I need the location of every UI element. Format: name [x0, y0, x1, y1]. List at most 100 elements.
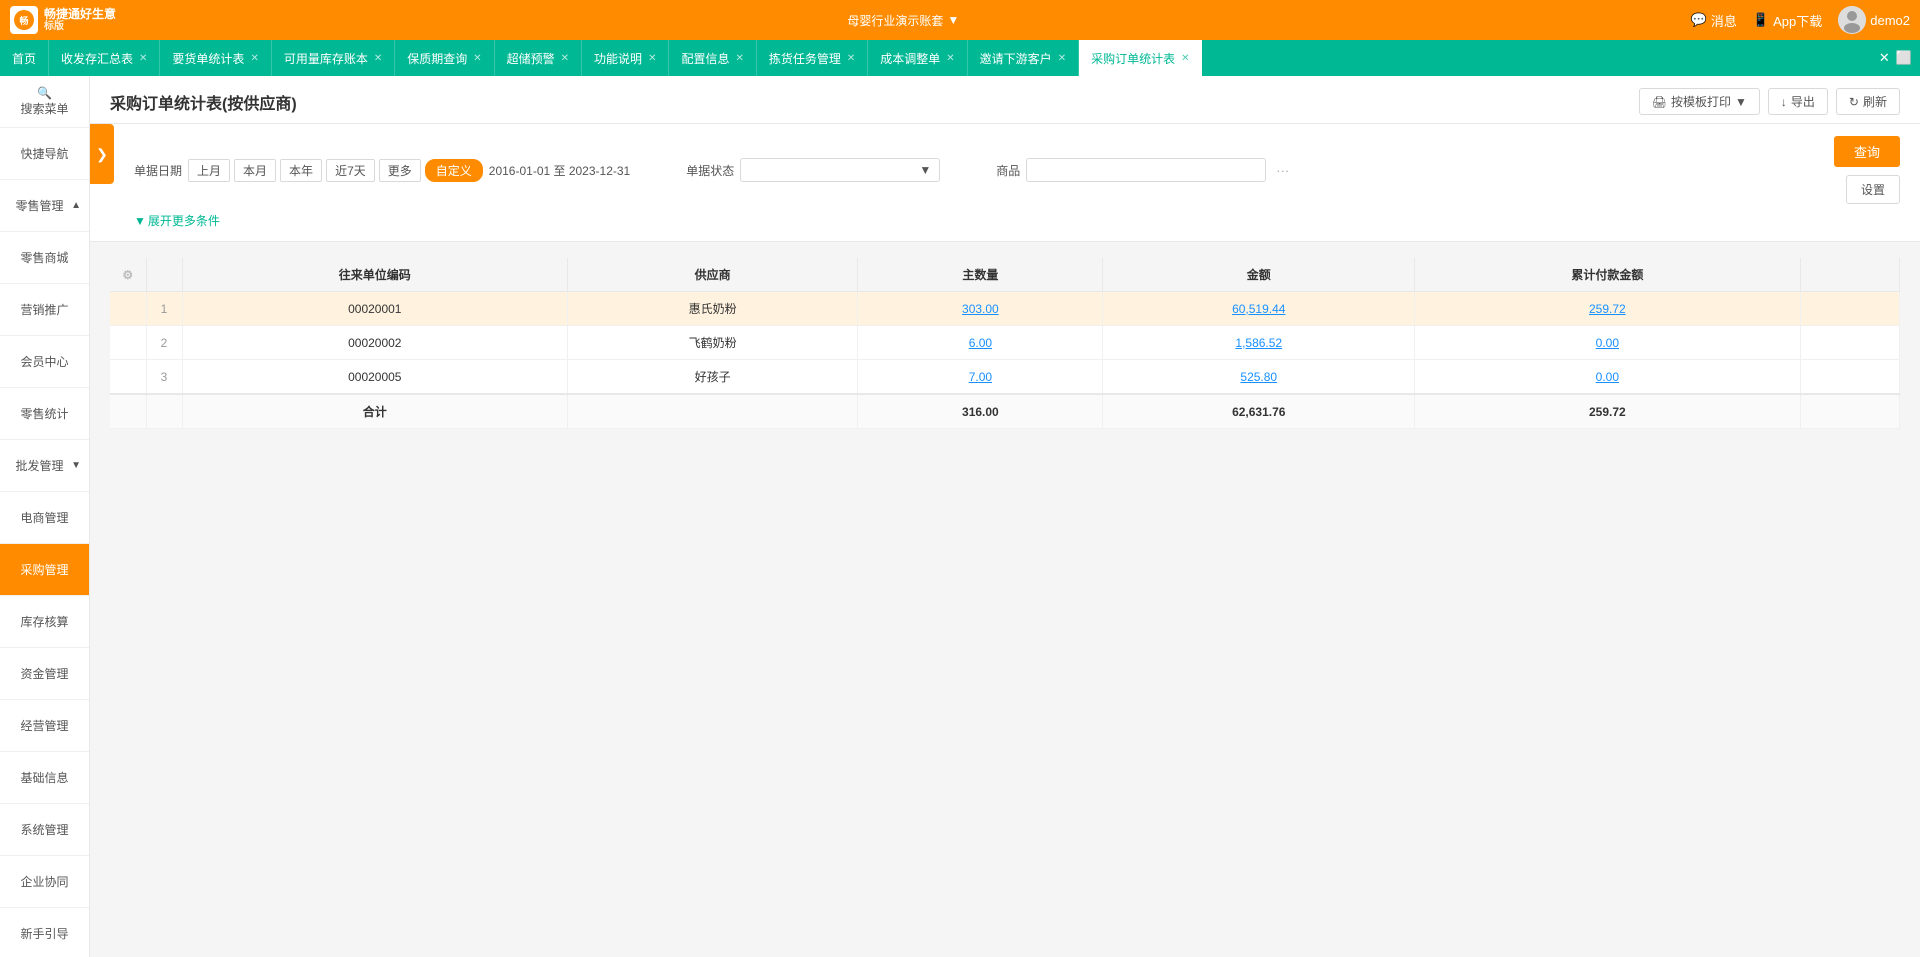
export-icon: ↓: [1781, 95, 1787, 109]
row-amount[interactable]: 60,519.44: [1103, 292, 1415, 326]
nav-tab-inventory-summary[interactable]: 收发存汇总表 ✕: [49, 40, 160, 76]
footer-empty2: [146, 394, 182, 429]
nav-tab-overstock[interactable]: 超储预警 ✕: [495, 40, 582, 76]
this-month-btn[interactable]: 本月: [234, 159, 276, 182]
date-quick-btns: 上月 本月 本年 近7天 更多 自定义: [188, 159, 483, 182]
col-paid-amount: 累计付款金额: [1415, 258, 1801, 292]
row-paid-amount[interactable]: 0.00: [1415, 326, 1801, 360]
nav-tab-order-stats[interactable]: 要货单统计表 ✕: [160, 40, 271, 76]
close-tab-icon[interactable]: ✕: [1058, 53, 1066, 64]
row-amount[interactable]: 1,586.52: [1103, 326, 1415, 360]
message-btn[interactable]: 💬 消息: [1691, 11, 1737, 30]
last-7-days-btn[interactable]: 近7天: [326, 159, 375, 182]
nav-tab-avail-stock[interactable]: 可用量库存账本 ✕: [272, 40, 395, 76]
date-range-display: 2016-01-01 至 2023-12-31: [489, 162, 630, 179]
nav-tab-function[interactable]: 功能说明 ✕: [582, 40, 669, 76]
print-btn[interactable]: 🖨 按模板打印 ▼: [1639, 88, 1760, 115]
col-settings: ⚙: [110, 258, 146, 292]
row-unit-code: 00020005: [182, 360, 568, 395]
sidebar-item-shortcut[interactable]: 快捷导航: [0, 128, 89, 180]
product-input[interactable]: [1026, 158, 1266, 182]
close-tab-icon[interactable]: ✕: [139, 53, 147, 64]
sidebar-item-enterprise[interactable]: 企业协同: [0, 856, 89, 908]
row-index: 3: [146, 360, 182, 395]
app-download-btn[interactable]: 📱 App下载: [1753, 11, 1822, 30]
page-header: 采购订单统计表(按供应商) 🖨 按模板打印 ▼ ↓ 导出 ↻ 刷新: [90, 76, 1920, 124]
footer-empty3: [1800, 394, 1899, 429]
row-paid-amount[interactable]: 0.00: [1415, 360, 1801, 395]
sidebar-item-ecom-mgmt[interactable]: 电商管理: [0, 492, 89, 544]
sidebar-item-retail-shop[interactable]: 零售商城: [0, 232, 89, 284]
nav-tab-purchase-stats[interactable]: 采购订单统计表 ✕: [1079, 40, 1202, 76]
col-amount: 金额: [1103, 258, 1415, 292]
sidebar-item-basic-info[interactable]: 基础信息: [0, 752, 89, 804]
export-btn[interactable]: ↓ 导出: [1768, 88, 1828, 115]
close-tab-icon[interactable]: ✕: [561, 53, 569, 64]
product-more-icon[interactable]: ···: [1276, 163, 1289, 178]
sidebar-item-retail-mgmt[interactable]: 零售管理 ▲: [0, 180, 89, 232]
footer-empty1: [110, 394, 146, 429]
close-tab-icon[interactable]: ✕: [374, 53, 382, 64]
footer-amount: 62,631.76: [1103, 394, 1415, 429]
user-profile-btn[interactable]: demo2: [1838, 6, 1910, 34]
filter-wrapper: ❯ 单据日期 上月 本月 本年 近7天 更多 自定义 2016-01-01 至: [90, 124, 1920, 242]
avatar: [1838, 6, 1866, 34]
status-filter-label: 单据状态: [686, 162, 734, 179]
close-tab-icon[interactable]: ✕: [648, 53, 656, 64]
this-year-btn[interactable]: 本年: [280, 159, 322, 182]
sidebar-item-finance[interactable]: 资金管理: [0, 648, 89, 700]
sidebar-item-new-guide[interactable]: 新手引导: [0, 908, 89, 957]
nav-tab-expiry[interactable]: 保质期查询 ✕: [395, 40, 494, 76]
maximize-icon[interactable]: ⬜: [1896, 50, 1912, 66]
sidebar-item-batch-mgmt[interactable]: 批发管理 ▼: [0, 440, 89, 492]
close-tab-icon[interactable]: ✕: [1181, 53, 1189, 64]
close-tab-icon[interactable]: ✕: [946, 53, 954, 64]
top-bar-right: 💬 消息 📱 App下载 demo2: [1691, 6, 1910, 34]
sidebar-item-ops-mgmt[interactable]: 经营管理: [0, 700, 89, 752]
refresh-btn[interactable]: ↻ 刷新: [1836, 88, 1900, 115]
nav-tab-cost[interactable]: 成本调整单 ✕: [868, 40, 967, 76]
close-tab-icon[interactable]: ✕: [250, 53, 258, 64]
filter-toggle-btn[interactable]: ❯: [90, 124, 114, 184]
row-main-qty[interactable]: 303.00: [858, 292, 1103, 326]
date-filter: 单据日期 上月 本月 本年 近7天 更多 自定义 2016-01-01 至 20…: [134, 159, 630, 182]
footer-main-qty: 316.00: [858, 394, 1103, 429]
status-filter: 单据状态 ▼: [686, 158, 940, 182]
workspace-selector[interactable]: 母婴行业演示账套 ▼: [847, 12, 959, 29]
nav-tab-home[interactable]: 首页: [0, 40, 49, 76]
nav-end-actions: ✕ ⬜: [1871, 40, 1920, 76]
close-tab-icon[interactable]: ✕: [735, 53, 743, 64]
filter-row-1: 单据日期 上月 本月 本年 近7天 更多 自定义 2016-01-01 至 20…: [134, 136, 1900, 204]
row-amount[interactable]: 525.80: [1103, 360, 1415, 395]
close-all-icon[interactable]: ✕: [1879, 50, 1890, 66]
nav-tab-config[interactable]: 配置信息 ✕: [669, 40, 756, 76]
status-select[interactable]: ▼: [740, 158, 940, 182]
last-month-btn[interactable]: 上月: [188, 159, 230, 182]
row-main-qty[interactable]: 7.00: [858, 360, 1103, 395]
col-main-qty: 主数量: [858, 258, 1103, 292]
row-settings: [110, 292, 146, 326]
close-tab-icon[interactable]: ✕: [473, 53, 481, 64]
sidebar-item-member[interactable]: 会员中心: [0, 336, 89, 388]
sidebar-item-inventory[interactable]: 库存核算: [0, 596, 89, 648]
sidebar-item-sys-mgmt[interactable]: 系统管理: [0, 804, 89, 856]
sidebar-item-search[interactable]: 🔍 搜索菜单: [0, 76, 89, 128]
expand-more-btn[interactable]: ▼ 展开更多条件: [134, 212, 1900, 229]
col-settings-icon[interactable]: ⚙: [122, 268, 133, 282]
close-tab-icon[interactable]: ✕: [847, 53, 855, 64]
sidebar-item-retail-stat[interactable]: 零售统计: [0, 388, 89, 440]
main-layout: 🔍 搜索菜单 快捷导航 零售管理 ▲ 零售商城 营销推广 会员中心 零售统计 批…: [0, 76, 1920, 957]
custom-date-btn[interactable]: 自定义: [425, 159, 483, 182]
table-row: 3 00020005 好孩子 7.00 525.80 0.00: [110, 360, 1900, 395]
nav-tab-picking[interactable]: 拣货任务管理 ✕: [757, 40, 868, 76]
row-paid-amount[interactable]: 259.72: [1415, 292, 1801, 326]
nav-tab-invite[interactable]: 邀请下游客户 ✕: [968, 40, 1079, 76]
sidebar-item-marketing[interactable]: 营销推广: [0, 284, 89, 336]
settings-btn[interactable]: 设置: [1846, 175, 1900, 204]
query-btn[interactable]: 查询: [1834, 136, 1900, 167]
col-index: [146, 258, 182, 292]
sidebar-item-purchase-mgmt[interactable]: 采购管理: [0, 544, 89, 596]
logo-icon: 畅: [10, 6, 38, 34]
more-date-btn[interactable]: 更多: [379, 159, 421, 182]
row-main-qty[interactable]: 6.00: [858, 326, 1103, 360]
